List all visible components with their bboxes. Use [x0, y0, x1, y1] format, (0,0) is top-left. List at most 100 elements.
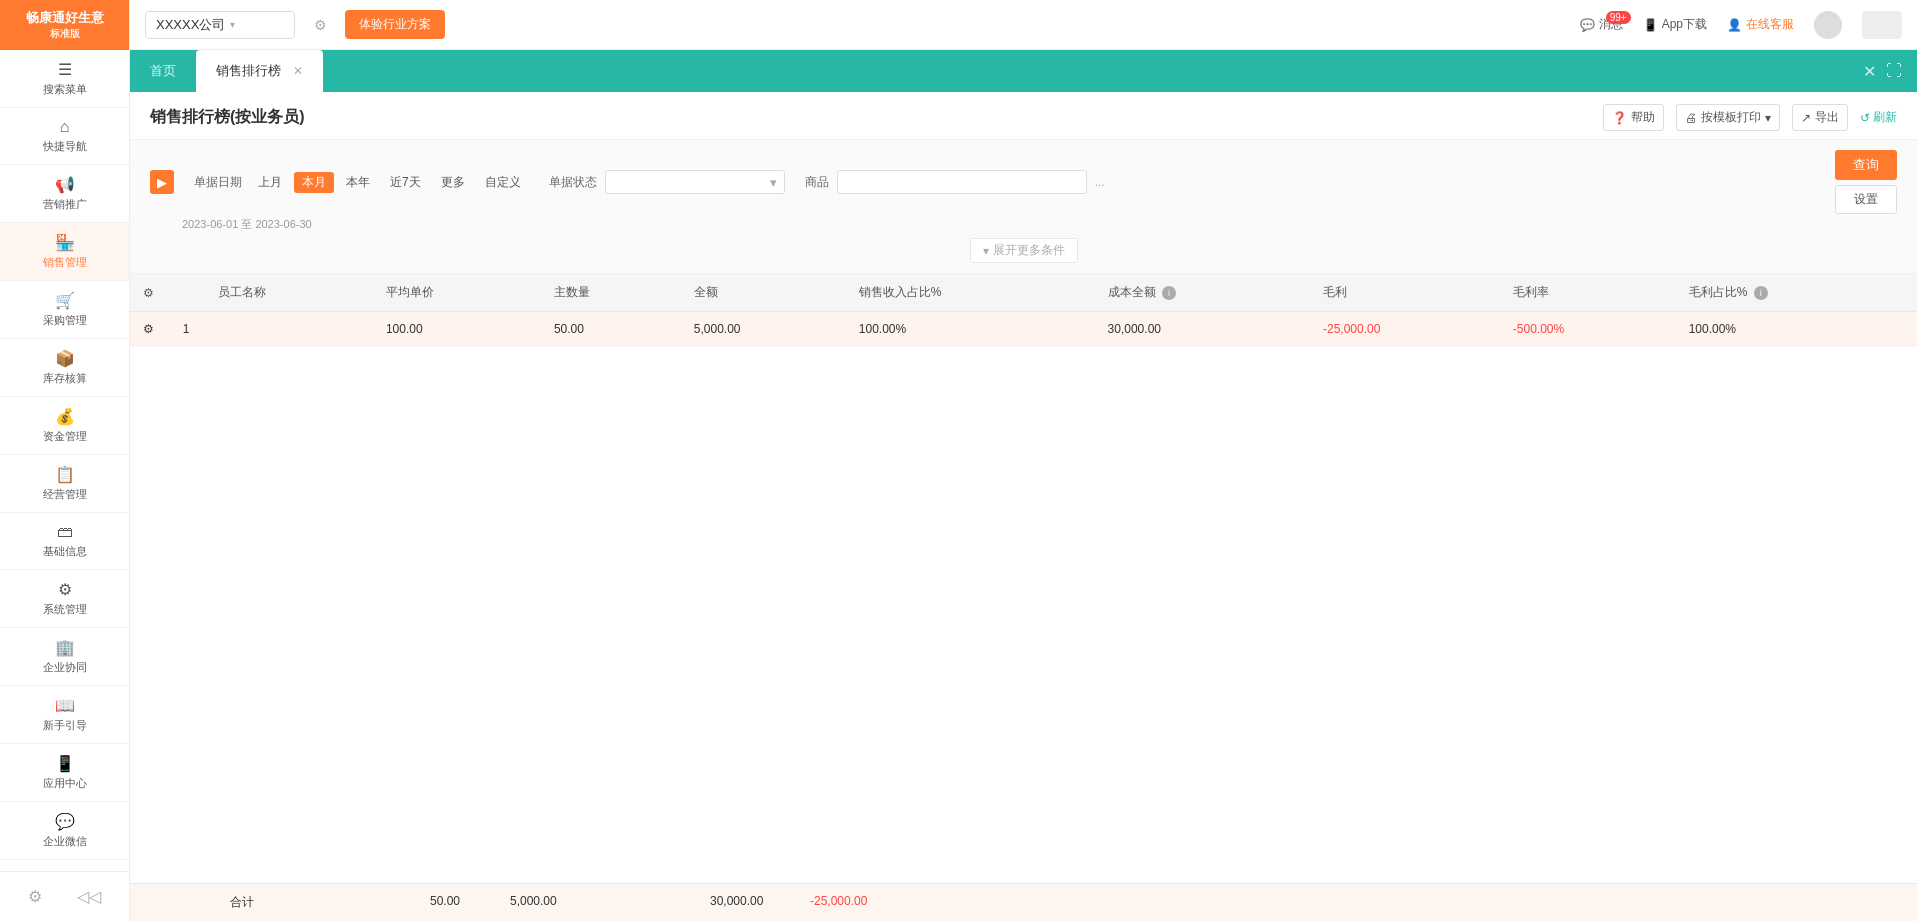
settings-btn[interactable]: 设置	[1835, 185, 1897, 214]
page-title: 销售排行榜(按业务员)	[150, 107, 305, 128]
help-label: 帮助	[1631, 109, 1655, 126]
filter-expand-icon[interactable]: ▶	[150, 170, 174, 194]
cost-info-icon[interactable]: i	[1162, 286, 1176, 300]
operations-icon: 📋	[55, 465, 75, 484]
tab-sales-rank[interactable]: 销售排行榜 ✕	[196, 50, 323, 92]
sidebar-item-app-center[interactable]: 📱 应用中心	[0, 744, 129, 802]
date-tabs: 上月 本月 本年 近7天 更多 自定义	[250, 172, 529, 193]
more-filters-btn[interactable]: ...	[1095, 175, 1105, 189]
status-select[interactable]	[605, 170, 785, 194]
gross-pct-info-icon[interactable]: i	[1754, 286, 1768, 300]
expand-btn-label: 展开更多条件	[993, 242, 1065, 259]
industry-btn[interactable]: 体验行业方案	[345, 10, 445, 39]
template-print-arrow: ▾	[1765, 111, 1771, 125]
sidebar-item-search-order[interactable]: ☰ 搜索菜单	[0, 50, 129, 108]
footer-label: 合计	[230, 895, 254, 909]
help-btn[interactable]: ❓ 帮助	[1603, 104, 1664, 131]
sidebar-item-guide[interactable]: 📖 新手引导	[0, 686, 129, 744]
table-area: ⚙ 员工名称 平均单价 主数量 全额 销售收入占比% 成本全额 i 毛利 毛利率	[130, 274, 1917, 883]
th-main-qty: 主数量	[542, 274, 682, 312]
sidebar-item-inventory[interactable]: 📦 库存核算	[0, 339, 129, 397]
date-tab-this-year[interactable]: 本年	[338, 172, 378, 193]
sidebar-item-enterprise[interactable]: 🏢 企业协同	[0, 628, 129, 686]
row-settings[interactable]: ⚙	[130, 312, 166, 347]
th-gross-rate: 毛利率	[1501, 274, 1677, 312]
sidebar-item-operations[interactable]: 📋 经营管理	[0, 455, 129, 513]
date-range-text: 2023-06-01 至 2023-06-30	[182, 218, 312, 230]
refresh-btn[interactable]: ↺ 刷新	[1860, 109, 1897, 126]
sidebar-item-purchase-mgmt[interactable]: 🛒 采购管理	[0, 281, 129, 339]
date-tab-last-month[interactable]: 上月	[250, 172, 290, 193]
filter-area: ▶ 单据日期 上月 本月 本年 近7天 更多 自定义 单据状态	[130, 140, 1917, 274]
status-label: 单据状态	[549, 174, 597, 191]
filter-date-item: 单据日期 上月 本月 本年 近7天 更多 自定义	[194, 172, 529, 193]
collapse-icon[interactable]: ◁◁	[77, 887, 101, 906]
refresh-label: 刷新	[1873, 109, 1897, 126]
message-btn[interactable]: 💬 消息 99+	[1580, 16, 1623, 33]
th-settings: ⚙	[130, 274, 166, 312]
service-icon: 👤	[1727, 18, 1742, 32]
query-btn[interactable]: 查询	[1835, 150, 1897, 180]
row-gross: -25,000.00	[1311, 312, 1501, 347]
sidebar-item-quick-nav[interactable]: ⌂ 快捷导航	[0, 108, 129, 165]
sidebar-footer: ⚙ ◁◁	[0, 871, 129, 921]
status-select-wrap	[605, 170, 785, 194]
date-tab-more[interactable]: 更多	[433, 172, 473, 193]
sidebar-item-label: 新手引导	[43, 718, 87, 733]
user-name-placeholder[interactable]	[1862, 11, 1902, 39]
expand-conditions-btn[interactable]: ▾ 展开更多条件	[970, 238, 1078, 263]
header-settings-icon[interactable]: ⚙	[305, 10, 335, 40]
sidebar-item-label: 快捷导航	[43, 139, 87, 154]
sidebar-item-sales-mgmt[interactable]: 🏪 销售管理	[0, 223, 129, 281]
date-label: 单据日期	[194, 174, 242, 191]
filter-goods-item: 商品 ...	[805, 170, 1105, 194]
sidebar-item-enterprise-wechat[interactable]: 💬 企业微信	[0, 802, 129, 860]
sidebar-items: ☰ 搜索菜单 ⌂ 快捷导航 📢 营销推广 🏪 销售管理 🛒 采购管理 📦 库存核…	[0, 50, 129, 871]
settings-footer-icon[interactable]: ⚙	[28, 887, 42, 906]
goods-input[interactable]	[837, 170, 1087, 194]
tab-bar: 首页 销售排行榜 ✕ ✕ ⛶	[130, 50, 1917, 92]
tab-bar-expand-icon[interactable]: ⛶	[1886, 62, 1902, 80]
row-settings-icon[interactable]: ⚙	[143, 322, 154, 336]
online-service-btn[interactable]: 👤 在线客服	[1727, 16, 1794, 33]
footer-cost-amount: 30,000.00	[710, 894, 763, 908]
app-download-btn[interactable]: 📱 App下载	[1643, 16, 1707, 33]
user-avatar[interactable]	[1814, 11, 1842, 39]
sidebar-item-member[interactable]: V 畅会员	[0, 860, 129, 871]
column-settings-icon[interactable]: ⚙	[143, 286, 154, 300]
sidebar-item-basic-info[interactable]: 🗃 基础信息	[0, 513, 129, 570]
tab-bar-close-icon[interactable]: ✕	[1863, 62, 1876, 81]
row-gross-pct: 100.00%	[1677, 312, 1917, 347]
inventory-icon: 📦	[55, 349, 75, 368]
purchase-mgmt-icon: 🛒	[55, 291, 75, 310]
date-tab-custom[interactable]: 自定义	[477, 172, 529, 193]
sidebar-item-marketing[interactable]: 📢 营销推广	[0, 165, 129, 223]
row-amount: 5,000.00	[682, 312, 847, 347]
page-content: 销售排行榜(按业务员) ❓ 帮助 🖨 按模板打印 ▾ ↗ 导出 ↺ 刷新	[130, 92, 1917, 921]
date-tab-this-month[interactable]: 本月	[294, 172, 334, 193]
sidebar-item-label: 系统管理	[43, 602, 87, 617]
template-print-btn[interactable]: 🖨 按模板打印 ▾	[1676, 104, 1780, 131]
export-label: 导出	[1815, 109, 1839, 126]
refresh-icon: ↺	[1860, 111, 1870, 125]
sidebar-item-label: 搜索菜单	[43, 82, 87, 97]
sidebar-item-finance[interactable]: 💰 资金管理	[0, 397, 129, 455]
tab-close-icon[interactable]: ✕	[293, 64, 303, 78]
tab-home[interactable]: 首页	[130, 50, 196, 92]
enterprise-wechat-icon: 💬	[55, 812, 75, 831]
row-gross-rate: -500.00%	[1501, 312, 1677, 347]
row-avg-price: 100.00	[374, 312, 542, 347]
logo-title: 畅康通好生意	[26, 9, 104, 27]
marketing-icon: 📢	[55, 175, 75, 194]
sidebar-item-system-mgmt[interactable]: ⚙ 系统管理	[0, 570, 129, 628]
enterprise-icon: 🏢	[55, 638, 75, 657]
filter-status-item: 单据状态	[549, 170, 785, 194]
company-selector[interactable]: XXXXX公司 ▾	[145, 11, 295, 39]
date-range-display: 2023-06-01 至 2023-06-30	[150, 216, 1897, 232]
template-print-label: 按模板打印	[1701, 109, 1761, 126]
logo-sub: 标准版	[50, 27, 80, 41]
print-icon: 🖨	[1685, 111, 1697, 125]
date-tab-last-7days[interactable]: 近7天	[382, 172, 429, 193]
export-btn[interactable]: ↗ 导出	[1792, 104, 1848, 131]
th-employee: 员工名称	[206, 274, 374, 312]
